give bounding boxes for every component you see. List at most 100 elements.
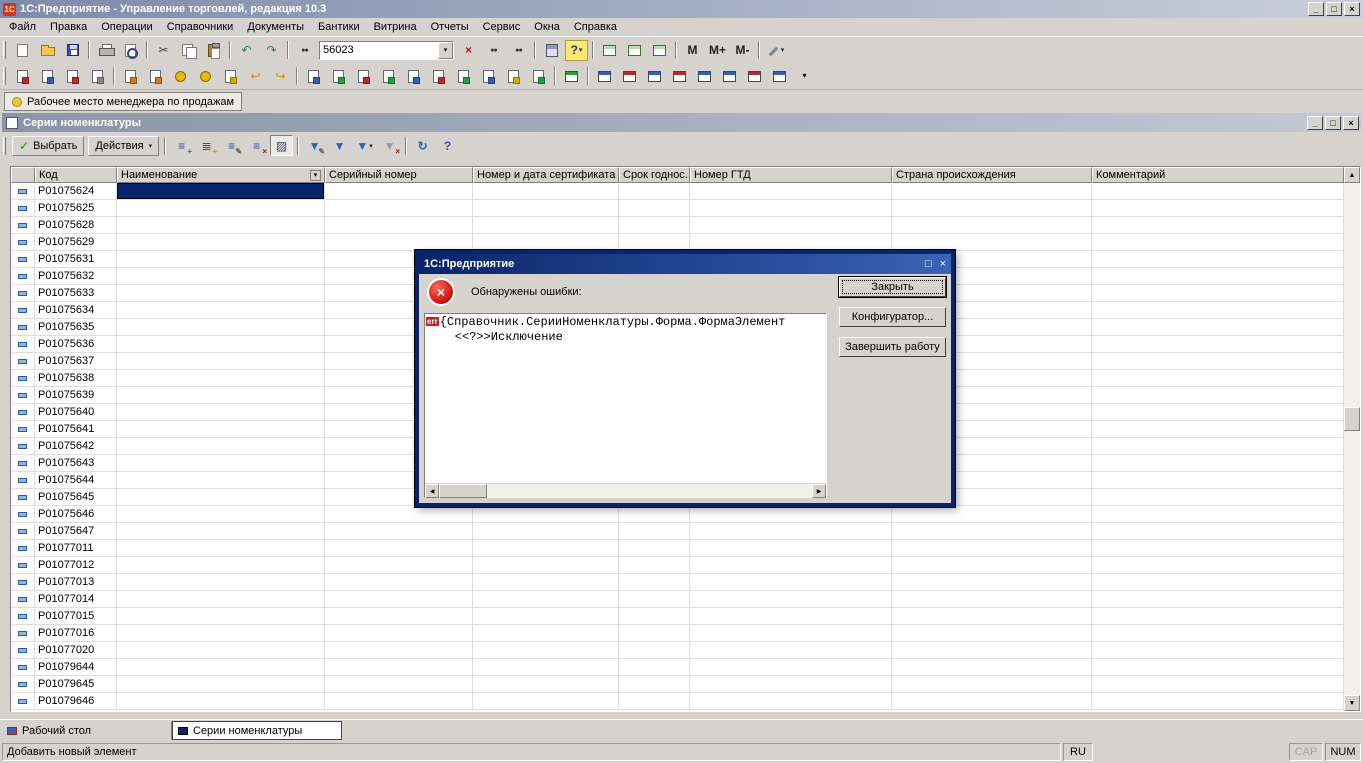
command-icon[interactable] [169,66,192,87]
code-cell[interactable]: Р01075645 [35,489,117,505]
clear-filter-icon[interactable]: ▼ × [378,135,401,156]
workspace-tab[interactable]: Рабочее место менеджера по продажам [4,92,243,111]
table-row[interactable]: Р01075646 [11,506,1344,523]
code-cell[interactable]: Р01077016 [35,625,117,641]
horizontal-scrollbar[interactable]: ◀ ▶ [425,483,826,498]
data-cell[interactable] [473,625,619,641]
data-cell[interactable] [1092,302,1344,318]
data-cell[interactable] [892,200,1092,216]
data-cell[interactable] [473,574,619,590]
data-cell[interactable] [690,591,892,607]
data-cell[interactable] [1092,489,1344,505]
code-cell[interactable]: Р01075633 [35,285,117,301]
minimize-button[interactable]: _ [1308,2,1324,16]
data-cell[interactable] [117,625,325,641]
data-cell[interactable] [619,659,690,675]
code-cell[interactable]: Р01077012 [35,557,117,573]
refresh-icon[interactable]: ↻ [411,135,434,156]
data-cell[interactable] [473,591,619,607]
data-cell[interactable] [325,234,473,250]
command-icon[interactable] [11,66,34,87]
data-cell[interactable] [892,557,1092,573]
data-cell[interactable] [619,540,690,556]
print-icon[interactable] [94,40,117,61]
data-cell[interactable] [325,574,473,590]
data-cell[interactable] [117,336,325,352]
command-icon[interactable] [477,66,500,87]
data-cell[interactable] [117,370,325,386]
code-cell[interactable]: Р01075641 [35,421,117,437]
code-cell[interactable]: Р01079644 [35,659,117,675]
command-icon[interactable] [560,66,583,87]
data-cell[interactable] [473,183,619,199]
data-cell[interactable] [1092,557,1344,573]
data-cell[interactable] [325,625,473,641]
text-document-icon[interactable] [648,40,671,61]
data-cell[interactable] [117,472,325,488]
help-icon[interactable]: ? ▾ [565,39,588,61]
command-icon[interactable] [768,66,791,87]
data-cell[interactable] [1092,608,1344,624]
search-combobox[interactable]: ▾ [319,40,454,60]
dialog-restore-button[interactable]: □ [925,258,932,270]
data-cell[interactable] [892,217,1092,233]
table-row[interactable]: Р01079646 [11,693,1344,710]
command-icon[interactable] [61,66,84,87]
data-cell[interactable] [619,574,690,590]
code-cell[interactable]: Р01075634 [35,302,117,318]
code-cell[interactable]: Р01075646 [35,506,117,522]
data-cell[interactable] [117,251,325,267]
command-icon[interactable] [718,66,741,87]
data-cell[interactable] [1092,591,1344,607]
calculator-icon[interactable] [540,40,563,61]
data-cell[interactable] [690,608,892,624]
menu-item[interactable]: Документы [240,19,311,35]
dialog-close-button[interactable]: × [940,258,946,270]
data-cell[interactable] [473,676,619,692]
command-icon[interactable] [643,66,666,87]
copy-icon[interactable] [177,40,200,61]
data-cell[interactable] [473,693,619,709]
dialog-button[interactable]: Завершить работу [839,337,946,357]
table-row[interactable]: Р01075625 [11,200,1344,217]
print-preview-icon[interactable] [119,40,142,61]
data-cell[interactable] [1092,693,1344,709]
code-cell[interactable]: Р01075628 [35,217,117,233]
data-cell[interactable] [117,353,325,369]
command-icon[interactable] [618,66,641,87]
column-sort-dropdown-icon[interactable]: ▾ [310,169,321,181]
data-cell[interactable] [690,506,892,522]
delete-item-icon[interactable]: ≡ × [245,135,268,156]
scroll-down-icon[interactable]: ▼ [1344,695,1360,711]
child-restore-button[interactable]: □ [1325,115,1341,130]
undo-icon[interactable]: ↶ [235,40,258,61]
find-next-icon[interactable]: ●● [482,40,505,61]
code-cell[interactable]: Р01075629 [35,234,117,250]
tools-icon[interactable]: ▾ [764,40,787,61]
quick-edit-mode-icon[interactable]: ▨ [270,135,294,156]
filter-by-value-icon[interactable]: ▼ [328,135,351,156]
find-previous-icon[interactable]: ●● [507,40,530,61]
add-group-icon[interactable]: ≣ + [195,135,218,156]
data-cell[interactable] [619,523,690,539]
memory-subtract-icon[interactable]: М- [731,40,754,61]
code-cell[interactable]: Р01075624 [35,183,117,199]
window-tab[interactable]: Рабочий стол [2,721,172,740]
column-header[interactable]: Страна происхождения [892,167,1092,183]
column-header[interactable]: Номер ГТД [690,167,892,183]
code-cell[interactable]: Р01079646 [35,693,117,709]
data-cell[interactable] [1092,523,1344,539]
column-header[interactable]: Серийный номер [325,167,473,183]
data-cell[interactable] [117,591,325,607]
command-icon[interactable] [219,66,242,87]
table-row[interactable]: Р01077013 [11,574,1344,591]
data-cell[interactable] [892,523,1092,539]
data-cell[interactable] [325,183,473,199]
data-cell[interactable] [1092,659,1344,675]
data-cell[interactable] [325,217,473,233]
scroll-up-icon[interactable]: ▲ [1344,167,1360,183]
table-row[interactable]: Р01077016 [11,625,1344,642]
column-header[interactable]: Комментарий [1092,167,1344,183]
menu-item[interactable]: Бантики [311,19,367,35]
code-cell[interactable]: Р01075639 [35,387,117,403]
